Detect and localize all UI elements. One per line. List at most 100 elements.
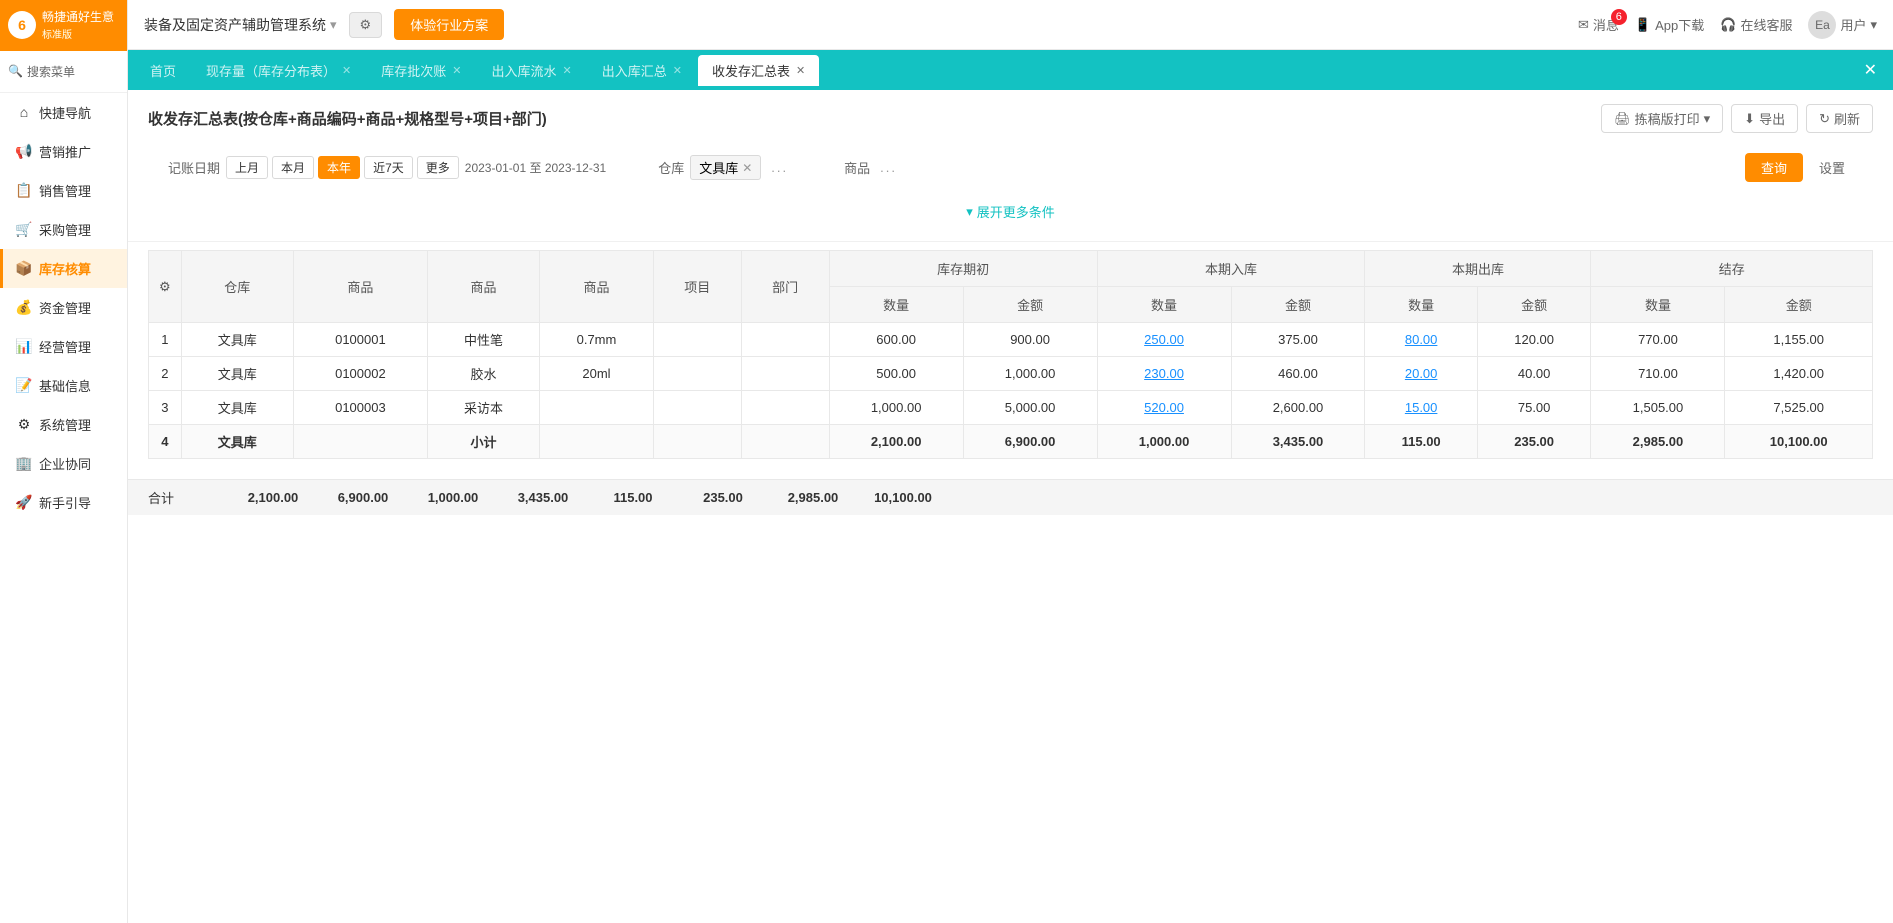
tab-recv-send[interactable]: 收发存汇总表 ✕ [698, 55, 819, 86]
this-month-btn[interactable]: 本月 [272, 156, 314, 179]
sidebar-item-purchase[interactable]: 🛒 采购管理 [0, 210, 127, 249]
tab-home[interactable]: 首页 [136, 55, 190, 86]
row-out-qty-link[interactable]: 15.00 [1405, 400, 1438, 415]
row-goods-code: 0100002 [293, 357, 427, 391]
expand-conditions-row: ▾ 展开更多条件 [168, 194, 1853, 225]
header-actions: ✉ 6 消息 📱 App下载 🎧 在线客服 Ea 用户 ▾ [1578, 11, 1877, 39]
total-out-amt: 235.00 [678, 490, 768, 505]
sidebar-item-enterprise[interactable]: 🏢 企业协同 [0, 444, 127, 483]
row-warehouse: 文具库 [181, 425, 293, 459]
sidebar-item-inventory[interactable]: 📦 库存核算 [0, 249, 127, 288]
tab-recv-send-close[interactable]: ✕ [796, 64, 805, 77]
tab-bar-close-button[interactable]: ✕ [1856, 60, 1885, 80]
sidebar: 6 畅捷通好生意 标准版 🔍 搜索菜单 ⌂ 快捷导航 📢 营销推广 📋 销售管理… [0, 0, 128, 923]
tab-stock-dist-close[interactable]: ✕ [342, 64, 351, 77]
clipboard-icon: 📋 [15, 182, 33, 199]
app-download-label: App下载 [1655, 15, 1704, 34]
sidebar-item-label: 新手引导 [39, 493, 91, 512]
tab-home-label: 首页 [150, 61, 176, 80]
tab-batch[interactable]: 库存批次账 ✕ [367, 55, 475, 86]
online-support-button[interactable]: 🎧 在线客服 [1720, 15, 1792, 34]
export-button[interactable]: ⬇ 导出 [1731, 104, 1798, 133]
sidebar-item-marketing[interactable]: 📢 营销推广 [0, 132, 127, 171]
sidebar-item-system[interactable]: ⚙ 系统管理 [0, 405, 127, 444]
more-dates-btn[interactable]: 更多 [417, 156, 459, 179]
sidebar-search-area: 🔍 搜索菜单 [0, 51, 127, 93]
trial-button[interactable]: 体验行业方案 [394, 9, 504, 40]
total-out-qty: 115.00 [588, 490, 678, 505]
row-out-qty-link[interactable]: 20.00 [1405, 366, 1438, 381]
row-goods-spec: 0.7mm [540, 323, 654, 357]
query-button[interactable]: 查询 [1745, 153, 1803, 182]
tab-inout-summary-label: 出入库汇总 [602, 61, 667, 80]
row-warehouse: 文具库 [181, 391, 293, 425]
row-no: 1 [149, 323, 182, 357]
sidebar-item-guide[interactable]: 🚀 新手引导 [0, 483, 127, 522]
row-out-qty[interactable]: 80.00 [1365, 323, 1477, 357]
message-button[interactable]: ✉ 6 消息 [1578, 15, 1619, 34]
row-project [653, 391, 741, 425]
settings-button[interactable]: 设置 [1811, 154, 1853, 181]
tab-batch-close[interactable]: ✕ [452, 64, 461, 77]
tab-recv-send-label: 收发存汇总表 [712, 61, 790, 80]
user-button[interactable]: Ea 用户 ▾ [1808, 11, 1877, 39]
last-7-days-btn[interactable]: 近7天 [364, 156, 413, 179]
page-header: 收发存汇总表(按仓库+商品编码+商品+规格型号+项目+部门) 🖨 拣稿版打印 ▾… [128, 90, 1893, 242]
row-out-qty-link[interactable]: 80.00 [1405, 332, 1438, 347]
sidebar-item-finance[interactable]: 💰 资金管理 [0, 288, 127, 327]
warehouse-tag[interactable]: 文具库 ✕ [690, 155, 761, 180]
tab-inout-flow-close[interactable]: ✕ [563, 64, 572, 77]
row-in-qty-link[interactable]: 230.00 [1144, 366, 1184, 381]
this-year-btn[interactable]: 本年 [318, 156, 360, 179]
tab-batch-label: 库存批次账 [381, 61, 446, 80]
date-buttons: 上月 本月 本年 近7天 更多 [226, 156, 459, 179]
tab-inout-summary-close[interactable]: ✕ [673, 64, 682, 77]
sidebar-item-label: 快捷导航 [39, 103, 91, 122]
row-open-amt: 1,000.00 [963, 357, 1097, 391]
date-range-text: 2023-01-01 至 2023-12-31 [465, 159, 606, 176]
warehouse-tag-close[interactable]: ✕ [742, 161, 752, 175]
total-open-qty: 2,100.00 [228, 490, 318, 505]
row-in-qty[interactable]: 250.00 [1097, 323, 1231, 357]
goods-more-dots[interactable]: ... [876, 160, 901, 175]
row-in-amt: 460.00 [1231, 357, 1365, 391]
print-button[interactable]: 🖨 拣稿版打印 ▾ [1601, 104, 1723, 133]
goods-filter-label: 商品 [844, 158, 870, 177]
row-in-qty: 1,000.00 [1097, 425, 1231, 459]
table-settings-header[interactable]: ⚙ [149, 251, 182, 323]
row-out-qty[interactable]: 20.00 [1365, 357, 1477, 391]
print-dropdown-icon: ▾ [1704, 111, 1711, 127]
system-title-container[interactable]: 装备及固定资产辅助管理系统 ▾ [144, 15, 337, 35]
app-download-button[interactable]: 📱 App下载 [1635, 15, 1704, 34]
tab-inout-summary[interactable]: 出入库汇总 ✕ [588, 55, 696, 86]
row-in-qty-link[interactable]: 520.00 [1144, 400, 1184, 415]
sidebar-item-label: 营销推广 [39, 142, 91, 161]
sidebar-item-basic-info[interactable]: 📝 基础信息 [0, 366, 127, 405]
expand-conditions-button[interactable]: ▾ 展开更多条件 [966, 198, 1055, 225]
sidebar-item-operations[interactable]: 📊 经营管理 [0, 327, 127, 366]
refresh-button[interactable]: ↻ 刷新 [1806, 104, 1873, 133]
row-goods-name: 中性笔 [427, 323, 539, 357]
goods-spec-col-header: 商品 [540, 251, 654, 323]
sidebar-item-sales[interactable]: 📋 销售管理 [0, 171, 127, 210]
expand-label: 展开更多条件 [977, 202, 1055, 221]
tab-stock-dist-label: 现存量（库存分布表） [206, 61, 336, 80]
page-title-row: 收发存汇总表(按仓库+商品编码+商品+规格型号+项目+部门) 🖨 拣稿版打印 ▾… [148, 104, 1873, 133]
row-goods-spec [540, 391, 654, 425]
sidebar-item-quick-nav[interactable]: ⌂ 快捷导航 [0, 93, 127, 132]
search-menu-button[interactable]: 🔍 搜索菜单 [8, 59, 119, 84]
settings-gear-button[interactable]: ⚙ [349, 12, 383, 38]
last-month-btn[interactable]: 上月 [226, 156, 268, 179]
total-open-amt: 6,900.00 [318, 490, 408, 505]
row-out-qty[interactable]: 15.00 [1365, 391, 1477, 425]
headset-icon: 🎧 [1720, 17, 1736, 33]
user-label: 用户 [1840, 15, 1866, 34]
tab-stock-dist[interactable]: 现存量（库存分布表） ✕ [192, 55, 365, 86]
row-in-qty[interactable]: 520.00 [1097, 391, 1231, 425]
row-in-qty[interactable]: 230.00 [1097, 357, 1231, 391]
row-in-qty-link[interactable]: 250.00 [1144, 332, 1184, 347]
row-out-amt: 120.00 [1477, 323, 1591, 357]
warehouse-more-dots[interactable]: ... [767, 160, 792, 175]
phone-icon: 📱 [1635, 17, 1651, 33]
tab-inout-flow[interactable]: 出入库流水 ✕ [477, 55, 585, 86]
